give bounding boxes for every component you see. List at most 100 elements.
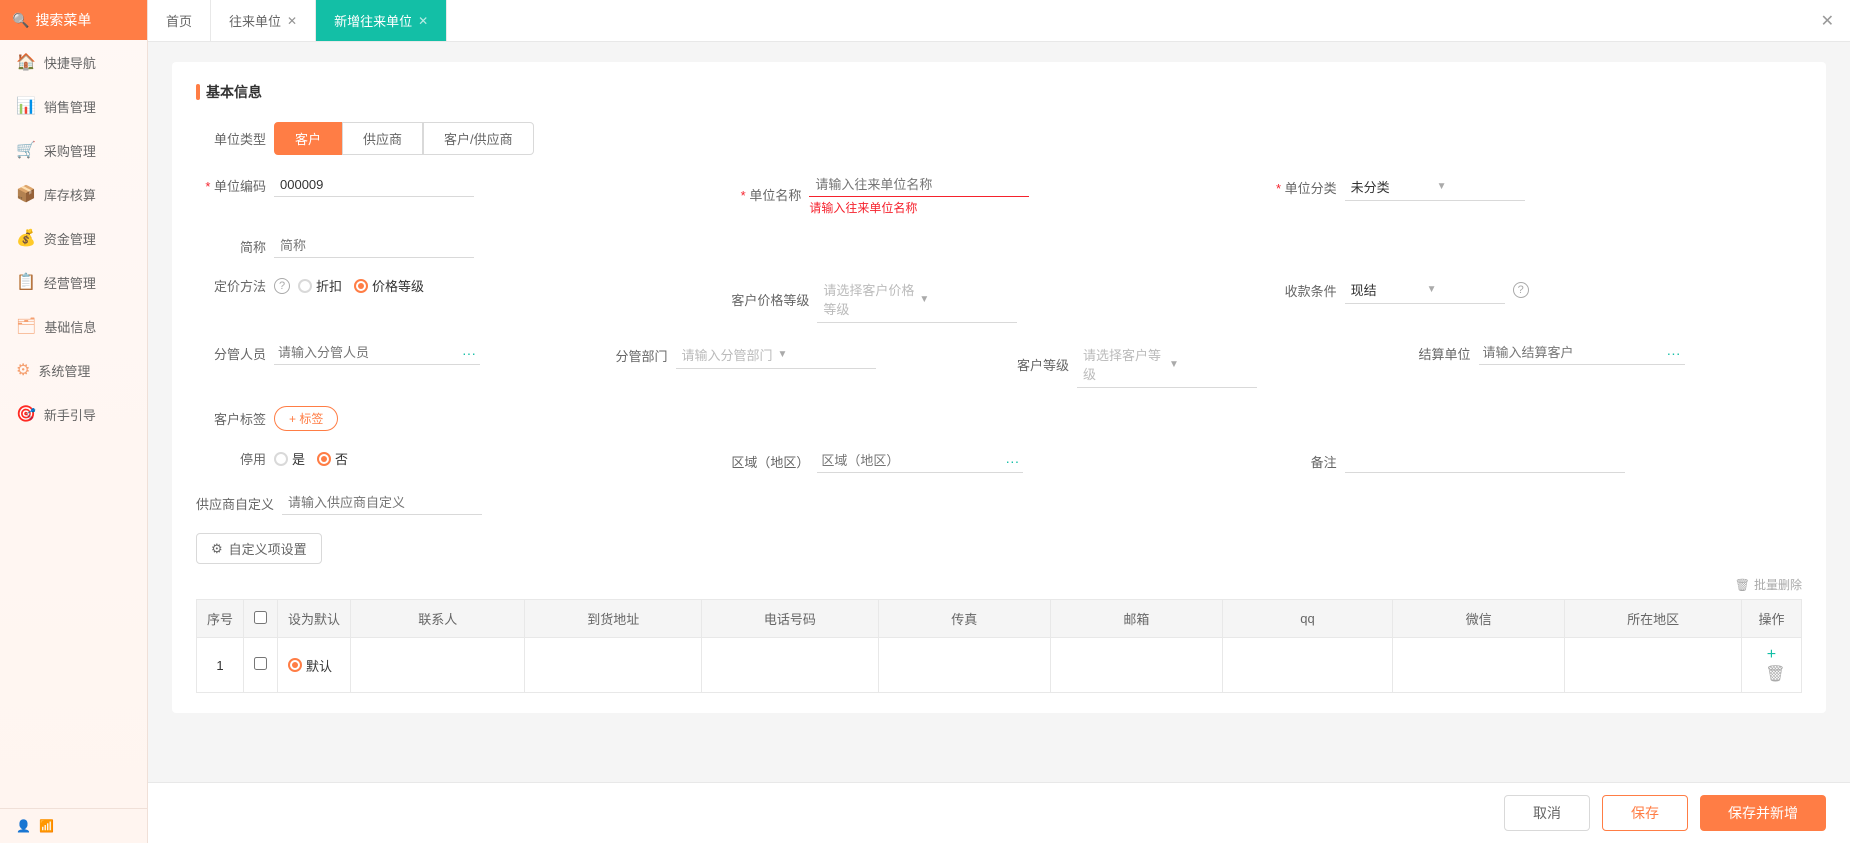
section-title: 基本信息 [196,82,1802,102]
save-and-new-button[interactable]: 保存并新增 [1700,795,1826,831]
supplier-custom-input[interactable] [282,491,482,515]
cancel-button[interactable]: 取消 [1504,795,1590,831]
type-btn-both[interactable]: 客户/供应商 [423,122,534,155]
row-add-btn[interactable]: + [1767,646,1776,663]
th-wechat: 微信 [1393,600,1565,638]
custom-settings-button[interactable]: ⚙ 自定义项设置 [196,533,322,564]
sidebar-item-purchase[interactable]: 🛒 采购管理 [0,128,147,172]
fax-input[interactable] [889,658,1040,673]
payment-terms-help-icon[interactable]: ? [1513,282,1529,298]
department-group: 分管部门 请输入分管部门 ▼ [598,341,1000,369]
pricing-discount-option[interactable]: 折扣 [298,276,342,295]
cell-checkbox[interactable] [244,638,278,693]
disabled-no-option[interactable]: 否 [317,449,348,468]
add-tag-button[interactable]: + 标签 [274,406,338,431]
th-contact: 联系人 [351,600,525,638]
region-more-btn[interactable]: ··· [1001,453,1023,469]
tab-new-partner-close[interactable]: ✕ [418,14,428,28]
tag-label: 客户标签 [196,409,266,428]
cell-wechat[interactable] [1393,638,1565,693]
payment-terms-select[interactable]: 现结 ▼ [1345,276,1505,304]
operation-icon: 📋 [16,272,36,292]
select-all-checkbox[interactable] [254,611,267,624]
tab-partners-close[interactable]: ✕ [287,14,297,28]
region-input-wrap: ··· [817,449,1023,473]
pricing-level-option[interactable]: 价格等级 [354,276,424,295]
pricing-level-radio [354,279,368,293]
search-menu[interactable]: 🔍 搜索菜单 [0,0,147,40]
cell-fax[interactable] [878,638,1050,693]
unit-name-group: 单位名称 请输入往来单位名称 [731,173,1266,216]
sidebar-item-base[interactable]: 🗂 基础信息 [0,304,147,348]
content-area: 基本信息 单位类型 客户 供应商 客户/供应商 单位编码 [148,42,1850,782]
tab-bar: 首页 往来单位 ✕ 新增往来单位 ✕ ✕ [148,0,1850,42]
save-button[interactable]: 保存 [1602,795,1688,831]
type-btn-supplier[interactable]: 供应商 [342,122,423,155]
window-close-button[interactable]: ✕ [1821,11,1834,31]
unit-code-input[interactable] [274,173,474,197]
pricing-discount-label: 折扣 [316,276,342,295]
batch-delete-label: 批量删除 [1754,576,1802,593]
disabled-yes-option[interactable]: 是 [274,449,305,468]
disabled-group: 停用 是 否 [196,449,731,468]
unit-name-error: 请输入往来单位名称 [809,199,1029,216]
customer-level-group: 客户等级 请选择客户等级 ▼ [999,341,1401,388]
customer-level-select[interactable]: 请选择客户等级 ▼ [1077,341,1257,388]
section-title-text: 基本信息 [206,82,262,102]
tab-home[interactable]: 首页 [148,0,211,41]
code-name-row: 单位编码 单位名称 请输入往来单位名称 单位分类 未分类 ▼ [196,173,1802,216]
payment-terms-group: 收款条件 现结 ▼ ? [1267,276,1802,304]
tab-partners[interactable]: 往来单位 ✕ [211,0,316,41]
sidebar-item-inventory[interactable]: 📦 库存核算 [0,172,147,216]
th-checkbox [244,600,278,638]
row-del-btn[interactable]: 🗑 [1765,666,1785,683]
sidebar-item-system[interactable]: ⚙ 系统管理 [0,348,147,392]
disabled-yes-radio [274,452,288,466]
region-table-input[interactable] [1575,658,1731,673]
customer-price-select[interactable]: 请选择客户价格等级 ▼ [817,276,1017,323]
sidebar-label-sales: 销售管理 [44,97,96,116]
phone-input[interactable] [712,658,868,673]
payment-terms-value: 现结 [1351,280,1423,299]
customer-price-group: 客户价格等级 请选择客户价格等级 ▼ [731,276,1266,323]
cell-address[interactable] [525,638,702,693]
manager-input[interactable] [274,341,458,364]
cell-email[interactable] [1050,638,1222,693]
tab-new-partner[interactable]: 新增往来单位 ✕ [316,0,447,41]
sidebar: 🔍 搜索菜单 🏠 快捷导航 📊 销售管理 🛒 采购管理 📦 库存核算 💰 资金管… [0,0,148,843]
payment-terms-label: 收款条件 [1267,281,1337,300]
region-input[interactable] [817,449,1001,472]
cell-qq[interactable] [1222,638,1392,693]
cell-contact[interactable] [351,638,525,693]
sidebar-item-sales[interactable]: 📊 销售管理 [0,84,147,128]
address-input[interactable] [535,658,691,673]
sidebar-item-finance[interactable]: 💰 资金管理 [0,216,147,260]
email-input[interactable] [1061,658,1212,673]
unit-name-input[interactable] [809,173,1029,197]
sidebar-item-quick-nav[interactable]: 🏠 快捷导航 [0,40,147,84]
wechat-input[interactable] [1403,658,1554,673]
th-phone: 电话号码 [702,600,879,638]
row-default-radio[interactable]: 默认 [288,656,340,675]
cell-region[interactable] [1565,638,1742,693]
settlement-input[interactable] [1479,341,1663,364]
manager-more-btn[interactable]: ··· [458,345,480,361]
supplier-custom-group: 供应商自定义 [196,491,1802,515]
settlement-more-btn[interactable]: ··· [1663,345,1685,361]
qq-input[interactable] [1233,658,1382,673]
type-btn-customer[interactable]: 客户 [274,122,342,155]
department-select[interactable]: 请输入分管部门 ▼ [676,341,876,369]
short-name-input[interactable] [274,234,474,258]
row-checkbox[interactable] [254,657,267,670]
cell-phone[interactable] [702,638,879,693]
remark-input[interactable] [1345,449,1625,473]
pricing-help-icon[interactable]: ? [274,278,290,294]
sidebar-label-inventory: 库存核算 [44,185,96,204]
batch-delete-btn[interactable]: 🗑 批量删除 [1735,576,1802,593]
sidebar-item-newbie[interactable]: 🎯 新手引导 [0,392,147,436]
unit-category-select[interactable]: 未分类 ▼ [1345,173,1525,201]
contact-input[interactable] [361,658,514,673]
sidebar-item-operation[interactable]: 📋 经营管理 [0,260,147,304]
region-label: 区域（地区） [731,452,809,471]
basic-info-card: 基本信息 单位类型 客户 供应商 客户/供应商 单位编码 [172,62,1826,713]
